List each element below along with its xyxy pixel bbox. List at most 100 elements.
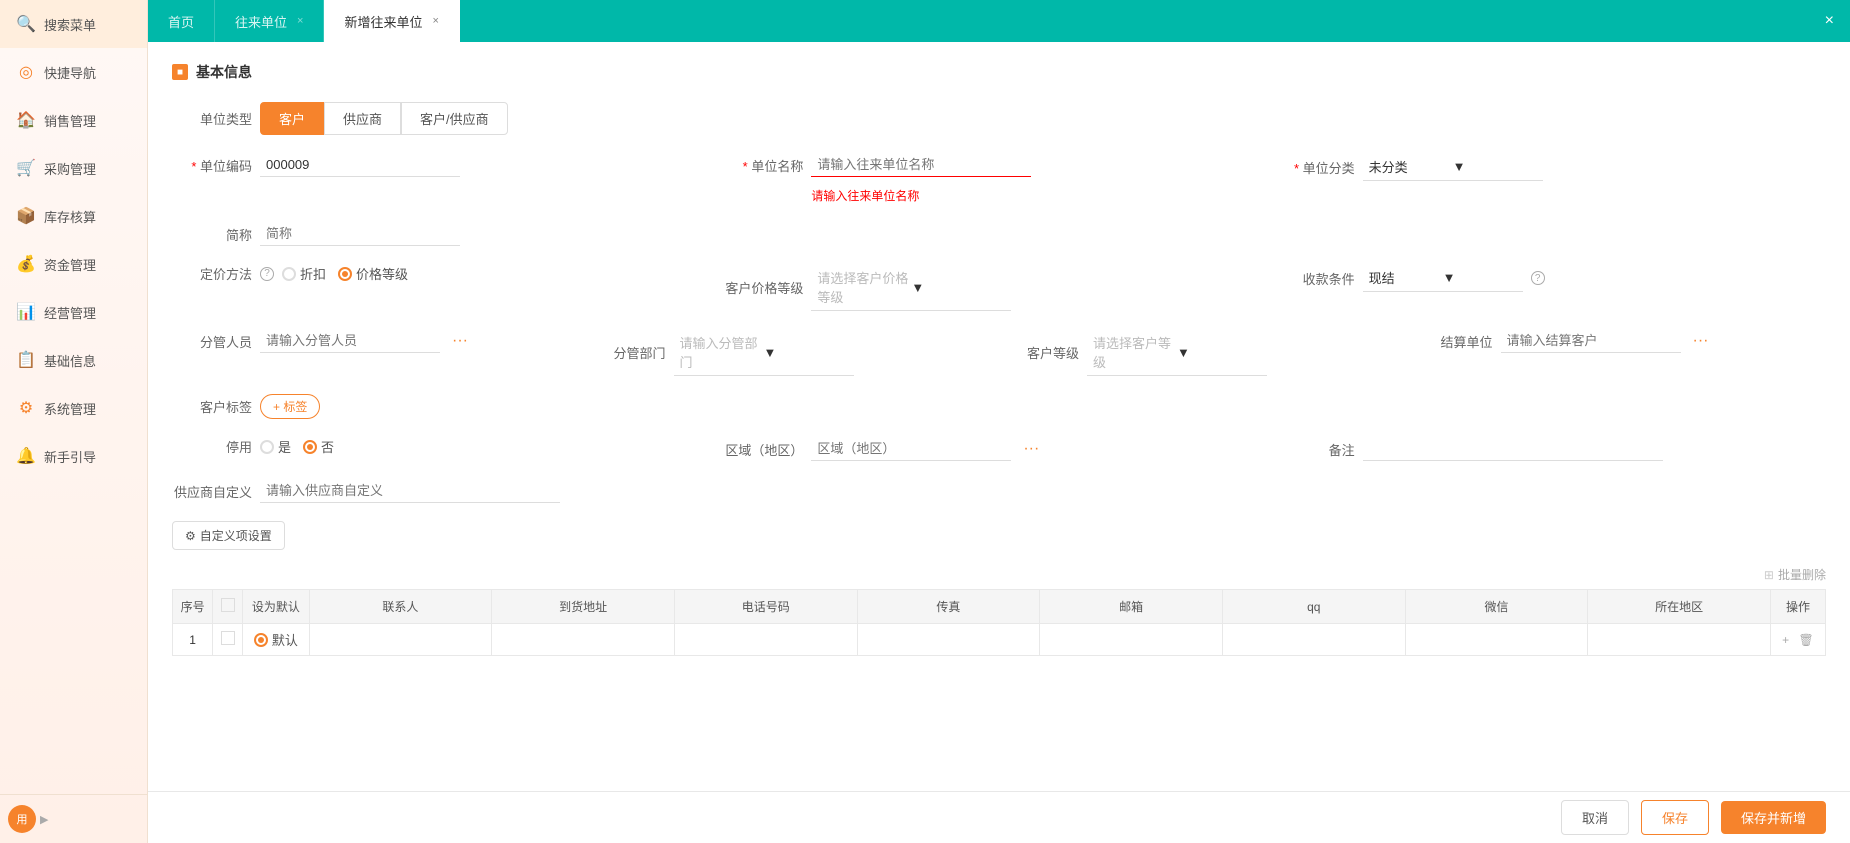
sidebar: 🔍 搜索菜单 ◎ 快捷导航 🏠 销售管理 🛒 采购管理 📦 库存核算 💰 资金管…	[0, 0, 148, 843]
sidebar-item-operations[interactable]: 📊 经营管理	[0, 288, 147, 336]
unit-name-error: 请输入往来单位名称	[811, 187, 919, 204]
unit-type-buttons: 客户 供应商 客户/供应商	[260, 102, 508, 135]
tab-partner-close[interactable]: ×	[297, 15, 303, 27]
radio-discount-circle	[282, 267, 296, 281]
radio-discount[interactable]: 折扣	[282, 264, 326, 283]
sidebar-item-sales[interactable]: 🏠 销售管理	[0, 96, 147, 144]
supplier-custom-group: 供应商自定义	[172, 479, 1826, 503]
save-add-button[interactable]: 保存并新增	[1721, 801, 1826, 834]
cell-email[interactable]	[1040, 624, 1223, 656]
btn-customer[interactable]: 客户	[260, 102, 324, 135]
customer-level-dropdown[interactable]: 请选择客户等级 ▼	[1087, 329, 1267, 376]
unit-category-label: 单位分类	[1275, 158, 1355, 177]
tag-label: 客户标签	[172, 397, 252, 416]
radio-no[interactable]: 否	[303, 437, 334, 456]
remark-input[interactable]	[1363, 437, 1663, 461]
fax-input[interactable]	[864, 633, 1034, 647]
sidebar-expand[interactable]: ▶	[40, 813, 48, 826]
manager-row: 分管人员 ··· 分管部门 请输入分管部门 ▼ 客户等级 请选择客户等级 ▼ 结…	[172, 329, 1826, 376]
manager-ellipsis[interactable]: ···	[448, 332, 472, 350]
sidebar-item-inventory[interactable]: 📦 库存核算	[0, 192, 147, 240]
batch-delete-area: ⊞ 批量删除	[172, 566, 1826, 583]
header-checkbox[interactable]	[221, 598, 235, 612]
payment-help-icon[interactable]: ?	[1531, 271, 1545, 285]
row-checkbox[interactable]	[221, 631, 235, 645]
department-group: 分管部门 请输入分管部门 ▼	[586, 329, 1000, 376]
payment-terms-group: 收款条件 现结 ▼ ?	[1275, 264, 1826, 292]
cell-phone[interactable]	[674, 624, 857, 656]
settlement-input[interactable]	[1501, 329, 1681, 353]
cell-qq[interactable]	[1222, 624, 1405, 656]
supplier-custom-input[interactable]	[260, 479, 560, 503]
add-tag-btn[interactable]: + 标签	[260, 394, 320, 419]
delete-row-btn[interactable]: 🗑	[1799, 633, 1814, 647]
custom-settings-btn[interactable]: ⚙ 自定义项设置	[172, 521, 285, 550]
region-input[interactable]	[811, 437, 1011, 461]
remark-group: 备注	[1275, 437, 1826, 461]
payment-terms-dropdown[interactable]: 现结 ▼	[1363, 264, 1523, 292]
contact-input[interactable]	[316, 633, 486, 647]
tab-new-partner-close[interactable]: ×	[432, 15, 438, 27]
customer-price-dropdown[interactable]: 请选择客户价格等级 ▼	[811, 264, 1011, 311]
btn-supplier[interactable]: 供应商	[324, 102, 401, 135]
shortname-input[interactable]	[260, 222, 460, 246]
batch-delete-btn[interactable]: 批量删除	[1778, 566, 1826, 583]
address-input[interactable]	[498, 633, 668, 647]
wechat-input[interactable]	[1412, 633, 1582, 647]
tab-home[interactable]: 首页	[148, 0, 215, 42]
tab-partner[interactable]: 往来单位 ×	[215, 0, 324, 42]
cell-wechat[interactable]	[1405, 624, 1588, 656]
unit-code-label: 单位编码	[172, 156, 252, 175]
cell-contact[interactable]	[309, 624, 492, 656]
cancel-button[interactable]: 取消	[1561, 800, 1629, 835]
phone-input[interactable]	[681, 633, 851, 647]
sidebar-item-basicinfo[interactable]: 📋 基础信息	[0, 336, 147, 384]
settlement-ellipsis[interactable]: ···	[1689, 332, 1713, 350]
unit-category-dropdown[interactable]: 未分类 ▼	[1363, 153, 1543, 181]
add-row-btn[interactable]: +	[1782, 633, 1789, 647]
th-address: 到货地址	[492, 590, 675, 624]
unit-name-input[interactable]	[811, 153, 1031, 177]
radio-dot	[342, 271, 348, 277]
sidebar-item-search[interactable]: 🔍 搜索菜单	[0, 0, 147, 48]
gear-icon: ⚙	[185, 529, 196, 543]
pricing-group: 定价方法 ? 折扣 价格等级	[172, 264, 723, 283]
tab-new-partner[interactable]: 新增往来单位 ×	[324, 0, 459, 42]
sidebar-item-purchase[interactable]: 🛒 采购管理	[0, 144, 147, 192]
avatar: 用	[8, 805, 36, 833]
email-input[interactable]	[1046, 633, 1216, 647]
sidebar-item-finance[interactable]: 💰 资金管理	[0, 240, 147, 288]
table-header: 序号 设为默认 联系人 到货地址 电话号码 传真 邮箱 qq 微信 所在地区	[173, 590, 1826, 624]
radio-yes[interactable]: 是	[260, 437, 291, 456]
cell-fax[interactable]	[857, 624, 1040, 656]
qq-input[interactable]	[1229, 633, 1399, 647]
cell-region[interactable]	[1588, 624, 1771, 656]
batch-delete-icon: ⊞	[1764, 568, 1774, 582]
region-ellipsis[interactable]: ···	[1019, 440, 1043, 458]
main-area: 首页 往来单位 × 新增往来单位 × × ■ 基本信息 单位类型 客户	[148, 0, 1850, 843]
btn-both[interactable]: 客户/供应商	[401, 102, 508, 135]
sidebar-item-quicknav[interactable]: ◎ 快捷导航	[0, 48, 147, 96]
save-button[interactable]: 保存	[1641, 800, 1709, 835]
default-radio-dot	[258, 637, 264, 643]
cell-address[interactable]	[492, 624, 675, 656]
department-dropdown[interactable]: 请输入分管部门 ▼	[674, 329, 854, 376]
manager-input[interactable]	[260, 329, 440, 353]
window-close-btn[interactable]: ×	[1809, 0, 1850, 42]
tab-bar: 首页 往来单位 × 新增往来单位 × ×	[148, 0, 1850, 42]
radio-no-dot	[307, 444, 313, 450]
pricing-help-icon[interactable]: ?	[260, 267, 274, 281]
department-label: 分管部门	[586, 343, 666, 362]
sidebar-item-guide[interactable]: 🔔 新手引导	[0, 432, 147, 480]
supplier-custom-row: 供应商自定义	[172, 479, 1826, 503]
region-table-input[interactable]	[1594, 633, 1764, 647]
unit-type-group: 单位类型 客户 供应商 客户/供应商	[172, 102, 1826, 135]
default-radio[interactable]: 默认	[249, 630, 302, 649]
unit-code-group: 单位编码	[172, 153, 723, 177]
unit-code-input[interactable]	[260, 153, 460, 177]
sidebar-item-system[interactable]: ⚙ 系统管理	[0, 384, 147, 432]
region-group: 区域（地区） ···	[723, 437, 1274, 461]
disabled-label: 停用	[172, 437, 252, 456]
radio-price-level[interactable]: 价格等级	[338, 264, 408, 283]
remark-label: 备注	[1275, 440, 1355, 459]
